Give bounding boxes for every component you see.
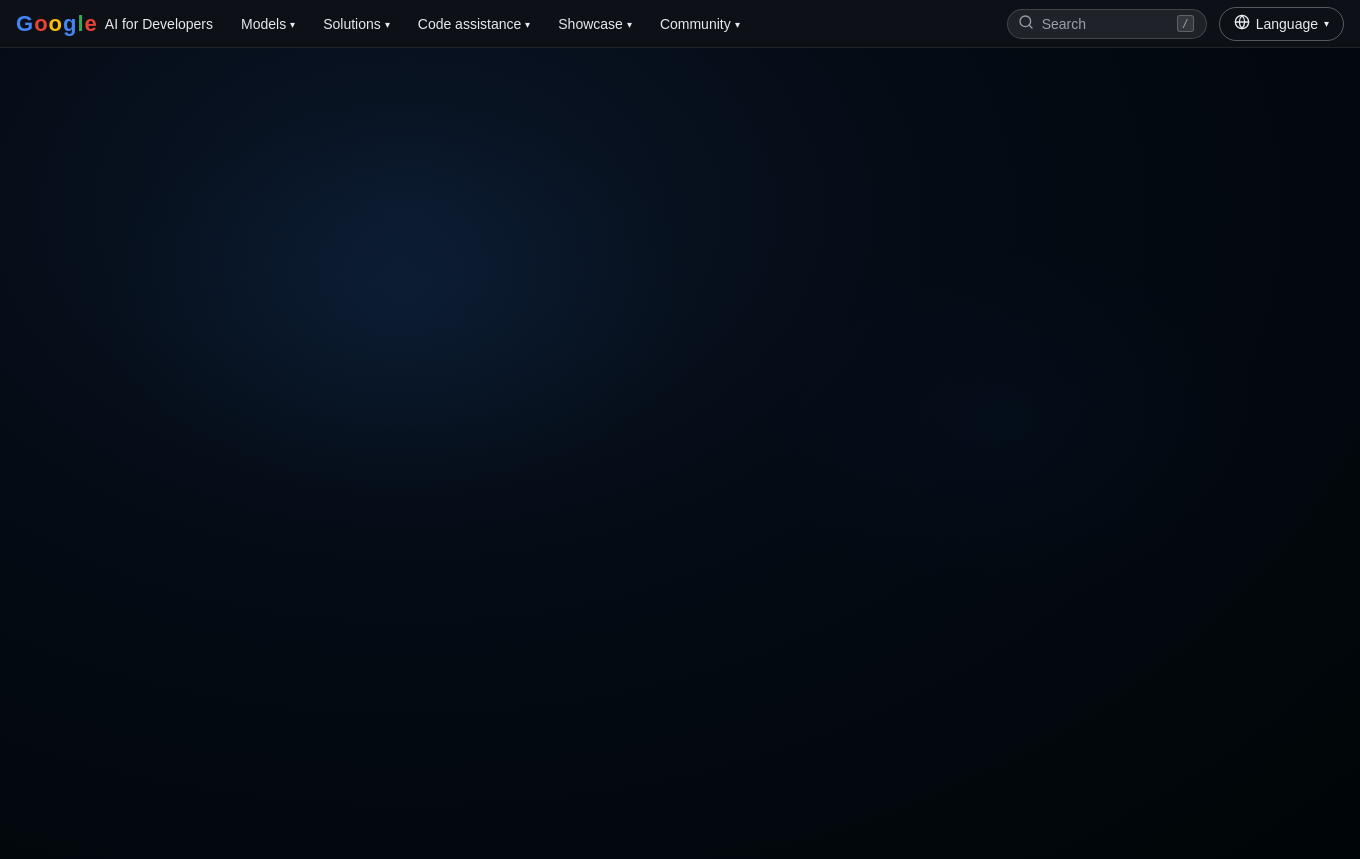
logo-letter-o2: o (49, 13, 62, 35)
google-logo: Google (16, 13, 97, 35)
chevron-down-icon-solutions: ▾ (385, 19, 390, 30)
language-chevron-icon: ▾ (1324, 18, 1329, 29)
nav-items: Models ▾ Solutions ▾ Code assistance ▾ S… (229, 10, 1007, 38)
nav-label-code-assistance: Code assistance (418, 16, 522, 32)
nav-item-code-assistance[interactable]: Code assistance ▾ (406, 10, 543, 38)
language-button[interactable]: Language ▾ (1219, 7, 1344, 41)
nav-label-models: Models (241, 16, 286, 32)
search-icon (1018, 14, 1034, 34)
nav-label-showcase: Showcase (558, 16, 623, 32)
globe-icon (1234, 14, 1250, 34)
navbar: Google AI for Developers Models ▾ Soluti… (0, 0, 1360, 48)
chevron-down-icon-code-assistance: ▾ (525, 19, 530, 30)
nav-label-community: Community (660, 16, 731, 32)
logo-link[interactable]: Google AI for Developers (16, 13, 213, 35)
language-label: Language (1256, 16, 1318, 32)
logo-tagline: AI for Developers (105, 16, 213, 32)
logo-letter-l: l (77, 13, 83, 35)
chevron-down-icon-community: ▾ (735, 19, 740, 30)
chevron-down-icon-showcase: ▾ (627, 19, 632, 30)
logo-letter-g: G (16, 13, 33, 35)
chevron-down-icon-models: ▾ (290, 19, 295, 30)
search-placeholder: Search (1042, 16, 1169, 32)
nav-item-community[interactable]: Community ▾ (648, 10, 752, 38)
bg-glow-2 (760, 248, 1260, 598)
logo-letter-e: e (85, 13, 97, 35)
logo-letter-o1: o (34, 13, 47, 35)
nav-item-solutions[interactable]: Solutions ▾ (311, 10, 402, 38)
bg-glow-1 (100, 98, 700, 498)
search-bar[interactable]: Search / (1007, 9, 1207, 39)
nav-item-models[interactable]: Models ▾ (229, 10, 307, 38)
svg-line-1 (1029, 25, 1032, 28)
nav-item-showcase[interactable]: Showcase ▾ (546, 10, 644, 38)
logo-letter-g2: g (63, 13, 76, 35)
search-shortcut: / (1177, 15, 1194, 32)
main-content (0, 48, 1360, 859)
nav-label-solutions: Solutions (323, 16, 381, 32)
